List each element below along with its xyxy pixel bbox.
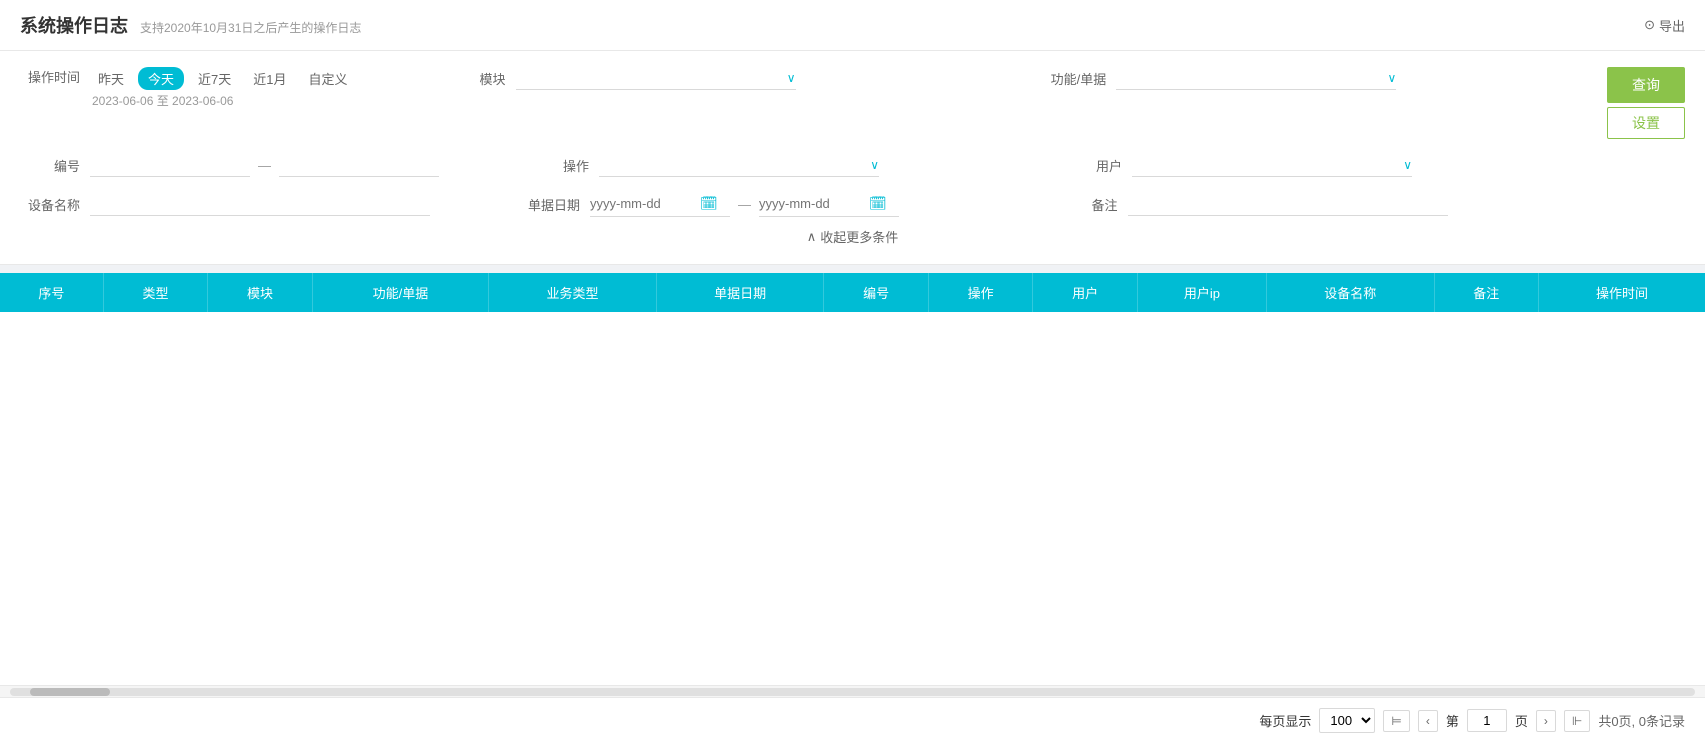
- col-voucher-date: 单据日期: [656, 273, 824, 312]
- remark-filter-group: 备注: [1048, 192, 1526, 216]
- header-left: 系统操作日志 支持2020年10月31日之后产生的操作日志: [20, 12, 361, 38]
- collapse-button[interactable]: ∧ 收起更多条件: [807, 227, 899, 246]
- remark-input[interactable]: [1128, 192, 1448, 216]
- pagination: 每页显示 100 50 200 ⊨ ‹ 第 页 › ⊩ 共0页, 0条记录: [0, 697, 1705, 743]
- export-button[interactable]: ⊙ 导出: [1644, 16, 1685, 35]
- code-input-start[interactable]: [90, 153, 250, 177]
- col-device: 设备名称: [1266, 273, 1434, 312]
- module-filter-group: 模块 ∨: [436, 67, 977, 90]
- col-operation: 操作: [928, 273, 1032, 312]
- module-chevron-icon: ∨: [787, 71, 796, 85]
- date-end-wrap: 🗓: [759, 191, 899, 217]
- query-button[interactable]: 查询: [1607, 67, 1685, 103]
- table-wrapper: 序号 类型 模块 功能/单据 业务类型 单据日期 编号 操作 用户 用户ip 设…: [0, 273, 1705, 685]
- col-index: 序号: [0, 273, 103, 312]
- export-label: 导出: [1659, 16, 1685, 35]
- settings-button[interactable]: 设置: [1607, 107, 1685, 139]
- export-icon: ⊙: [1644, 17, 1655, 33]
- voucher-date-label: 单据日期: [510, 195, 590, 214]
- time-btn-today[interactable]: 今天: [138, 67, 184, 90]
- per-page-select[interactable]: 100 50 200: [1319, 708, 1375, 733]
- time-range-display: 2023-06-06 至 2023-06-06: [92, 92, 356, 109]
- page-header: 系统操作日志 支持2020年10月31日之后产生的操作日志 ⊙ 导出: [0, 0, 1705, 51]
- total-info: 共0页, 0条记录: [1598, 711, 1685, 730]
- operation-label: 操作: [519, 156, 599, 175]
- time-label: 操作时间: [20, 67, 90, 86]
- col-function: 功能/单据: [312, 273, 488, 312]
- time-btn-7days[interactable]: 近7天: [190, 67, 239, 90]
- device-filter-group: 设备名称: [20, 192, 430, 216]
- user-select[interactable]: ∨: [1132, 154, 1412, 177]
- per-page-label: 每页显示: [1259, 711, 1311, 730]
- last-page-button[interactable]: ⊩: [1564, 710, 1590, 732]
- code-dash: —: [258, 158, 271, 173]
- time-btn-yesterday[interactable]: 昨天: [90, 67, 132, 90]
- user-chevron-icon: ∨: [1403, 158, 1412, 172]
- date-start-input[interactable]: [590, 196, 700, 211]
- date-start-wrap: 🗓: [590, 191, 730, 217]
- time-buttons: 昨天 今天 近7天 近1月 自定义: [90, 67, 356, 90]
- collapse-icon: ∧: [807, 229, 817, 245]
- calendar-end-icon[interactable]: 🗓: [869, 195, 887, 212]
- scroll-track: [10, 688, 1695, 696]
- first-page-button[interactable]: ⊨: [1383, 710, 1409, 732]
- page-label: 第: [1446, 711, 1459, 730]
- date-dash: —: [738, 197, 751, 212]
- voucher-date-filter-group: 单据日期 🗓 — 🗓: [510, 191, 988, 217]
- time-btn-custom[interactable]: 自定义: [301, 67, 356, 90]
- current-page-input[interactable]: [1467, 709, 1507, 732]
- page-title: 系统操作日志: [20, 12, 128, 38]
- operation-filter-group: 操作 ∨: [519, 154, 992, 177]
- action-buttons: 查询 设置: [1607, 67, 1685, 139]
- code-label: 编号: [20, 156, 90, 175]
- function-filter-group: 功能/单据 ∨: [1036, 67, 1577, 90]
- calendar-start-icon[interactable]: 🗓: [700, 195, 718, 212]
- filter-area: 操作时间 昨天 今天 近7天 近1月 自定义 2023-06-06 至 2023…: [0, 51, 1705, 265]
- col-code: 编号: [824, 273, 928, 312]
- function-label: 功能/单据: [1036, 69, 1116, 88]
- function-chevron-icon: ∨: [1387, 71, 1396, 85]
- col-type: 类型: [103, 273, 207, 312]
- date-end-input[interactable]: [759, 196, 869, 211]
- module-label: 模块: [436, 69, 516, 88]
- user-label: 用户: [1052, 156, 1132, 175]
- device-input[interactable]: [90, 192, 430, 216]
- col-user: 用户: [1033, 273, 1137, 312]
- function-select[interactable]: ∨: [1116, 67, 1396, 90]
- remark-label: 备注: [1048, 195, 1128, 214]
- time-btn-1month[interactable]: 近1月: [245, 67, 294, 90]
- scroll-bar-area: [0, 685, 1705, 697]
- data-table: 序号 类型 模块 功能/单据 业务类型 单据日期 编号 操作 用户 用户ip 设…: [0, 273, 1705, 312]
- col-user-ip: 用户ip: [1137, 273, 1266, 312]
- page-unit: 页: [1515, 711, 1528, 730]
- col-op-time: 操作时间: [1539, 273, 1705, 312]
- module-select[interactable]: ∨: [516, 67, 796, 90]
- user-filter-group: 用户 ∨: [1052, 154, 1525, 177]
- prev-page-button[interactable]: ‹: [1418, 710, 1438, 732]
- code-filter-group: 编号 —: [20, 153, 439, 177]
- table-header-row: 序号 类型 模块 功能/单据 业务类型 单据日期 编号 操作 用户 用户ip 设…: [0, 273, 1705, 312]
- time-filter: 昨天 今天 近7天 近1月 自定义 2023-06-06 至 2023-06-0…: [90, 67, 356, 109]
- page-wrapper: 系统操作日志 支持2020年10月31日之后产生的操作日志 ⊙ 导出 操作时间 …: [0, 0, 1705, 743]
- scroll-thumb[interactable]: [30, 688, 110, 696]
- table-header: 序号 类型 模块 功能/单据 业务类型 单据日期 编号 操作 用户 用户ip 设…: [0, 273, 1705, 312]
- collapse-label: 收起更多条件: [820, 227, 898, 246]
- col-biz-type: 业务类型: [489, 273, 657, 312]
- page-subtitle: 支持2020年10月31日之后产生的操作日志: [140, 19, 361, 36]
- col-remark: 备注: [1434, 273, 1538, 312]
- code-input-end[interactable]: [279, 153, 439, 177]
- collapse-row: ∧ 收起更多条件: [20, 221, 1685, 248]
- time-filter-group: 操作时间 昨天 今天 近7天 近1月 自定义 2023-06-06 至 2023…: [20, 67, 356, 109]
- next-page-button[interactable]: ›: [1536, 710, 1556, 732]
- operation-select[interactable]: ∨: [599, 154, 879, 177]
- col-module: 模块: [208, 273, 312, 312]
- device-label: 设备名称: [20, 195, 90, 214]
- operation-chevron-icon: ∨: [870, 158, 879, 172]
